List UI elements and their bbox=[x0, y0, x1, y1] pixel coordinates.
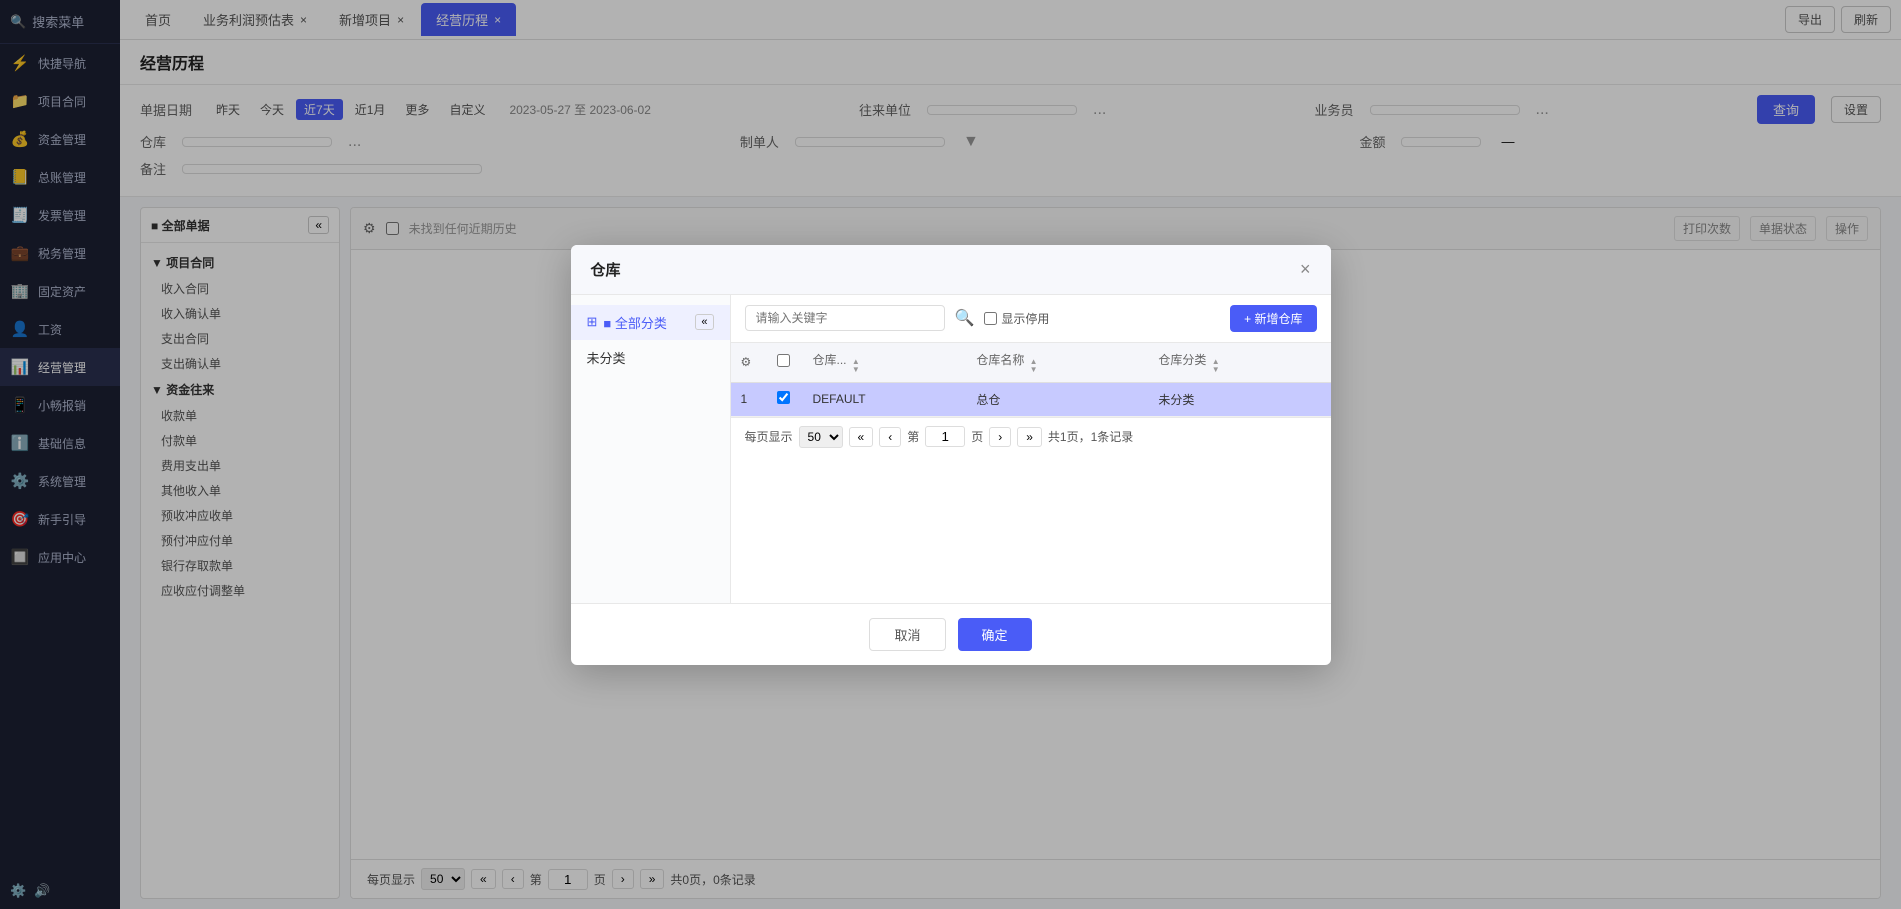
show-disabled-checkbox[interactable] bbox=[984, 312, 997, 325]
modal-body: ⊞ ■ 全部分类 « 未分类 🔍 显示停用 + 新增仓库 bbox=[571, 295, 1331, 603]
modal-main: 🔍 显示停用 + 新增仓库 ⚙ bbox=[731, 295, 1331, 603]
warehouse-table: ⚙ 仓库... ▲▼ 仓库名称 ▲▼ bbox=[731, 343, 1331, 417]
modal-page-suffix: 页 bbox=[971, 428, 983, 445]
th-code: 仓库... ▲▼ bbox=[803, 343, 967, 383]
table-head: ⚙ 仓库... ▲▼ 仓库名称 ▲▼ bbox=[731, 343, 1331, 383]
modal-prev-page[interactable]: ‹ bbox=[879, 427, 901, 447]
td-name: 总仓 bbox=[966, 382, 1148, 416]
sort-icon-name[interactable]: ▲▼ bbox=[1030, 358, 1038, 374]
th-category-label: 仓库分类 bbox=[1158, 353, 1206, 367]
modal-sidebar: ⊞ ■ 全部分类 « 未分类 bbox=[571, 295, 731, 603]
td-checkbox[interactable] bbox=[767, 382, 803, 416]
td-code: DEFAULT bbox=[803, 382, 967, 416]
th-name-label: 仓库名称 bbox=[976, 353, 1024, 367]
modal-close-button[interactable]: × bbox=[1300, 259, 1311, 280]
modal-per-page-label: 每页显示 bbox=[745, 428, 793, 445]
th-name: 仓库名称 ▲▼ bbox=[966, 343, 1148, 383]
warehouse-modal: 仓库 × ⊞ ■ 全部分类 « 未分类 🔍 显示停用 + 新增仓库 bbox=[571, 245, 1331, 665]
modal-next-page[interactable]: › bbox=[989, 427, 1011, 447]
th-code-label: 仓库... bbox=[813, 353, 847, 367]
search-icon[interactable]: 🔍 bbox=[955, 308, 975, 328]
table-header-row: ⚙ 仓库... ▲▼ 仓库名称 ▲▼ bbox=[731, 343, 1331, 383]
add-warehouse-button[interactable]: + 新增仓库 bbox=[1230, 305, 1316, 332]
modal-last-page[interactable]: » bbox=[1017, 427, 1042, 447]
modal-first-page[interactable]: « bbox=[849, 427, 874, 447]
modal-cancel-button[interactable]: 取消 bbox=[869, 618, 945, 651]
modal-page-label: 第 bbox=[907, 428, 919, 445]
modal-sidebar-all-label: ■ 全部分类 bbox=[603, 313, 666, 332]
show-disabled-label[interactable]: 显示停用 bbox=[984, 310, 1049, 327]
sort-icon[interactable]: ▲▼ bbox=[852, 358, 860, 374]
sort-icon-category[interactable]: ▲▼ bbox=[1212, 358, 1220, 374]
settings-col-icon[interactable]: ⚙ bbox=[741, 355, 752, 369]
row-checkbox[interactable] bbox=[777, 391, 790, 404]
th-checkbox bbox=[767, 343, 803, 383]
grid-icon: ⊞ bbox=[587, 314, 598, 330]
modal-per-page-select[interactable]: 50 bbox=[799, 426, 843, 448]
modal-sidebar-all[interactable]: ⊞ ■ 全部分类 « bbox=[571, 305, 730, 340]
modal-pagination: 每页显示 50 « ‹ 第 页 › » 共1页，1条记录 bbox=[731, 417, 1331, 456]
th-category: 仓库分类 ▲▼ bbox=[1148, 343, 1330, 383]
table-body: 1 DEFAULT 总仓 未分类 bbox=[731, 382, 1331, 416]
show-disabled-text: 显示停用 bbox=[1001, 310, 1049, 327]
modal-toolbar: 🔍 显示停用 + 新增仓库 bbox=[731, 295, 1331, 343]
modal-table-wrapper: ⚙ 仓库... ▲▼ 仓库名称 ▲▼ bbox=[731, 343, 1331, 417]
modal-sidebar-uncat-label: 未分类 bbox=[587, 348, 626, 367]
modal-title: 仓库 bbox=[591, 259, 621, 280]
modal-search-input[interactable] bbox=[745, 305, 945, 331]
modal-total: 共1页，1条记录 bbox=[1048, 428, 1133, 445]
modal-confirm-button[interactable]: 确定 bbox=[958, 618, 1032, 651]
modal-sidebar-collapse[interactable]: « bbox=[695, 314, 713, 330]
modal-header: 仓库 × bbox=[571, 245, 1331, 295]
table-row[interactable]: 1 DEFAULT 总仓 未分类 bbox=[731, 382, 1331, 416]
td-index: 1 bbox=[731, 382, 767, 416]
th-settings: ⚙ bbox=[731, 343, 767, 383]
td-category: 未分类 bbox=[1148, 382, 1330, 416]
modal-select-all[interactable] bbox=[777, 354, 790, 367]
modal-footer: 取消 确定 bbox=[571, 603, 1331, 665]
modal-sidebar-uncategorized[interactable]: 未分类 bbox=[571, 340, 730, 375]
modal-page-input[interactable] bbox=[925, 426, 965, 447]
